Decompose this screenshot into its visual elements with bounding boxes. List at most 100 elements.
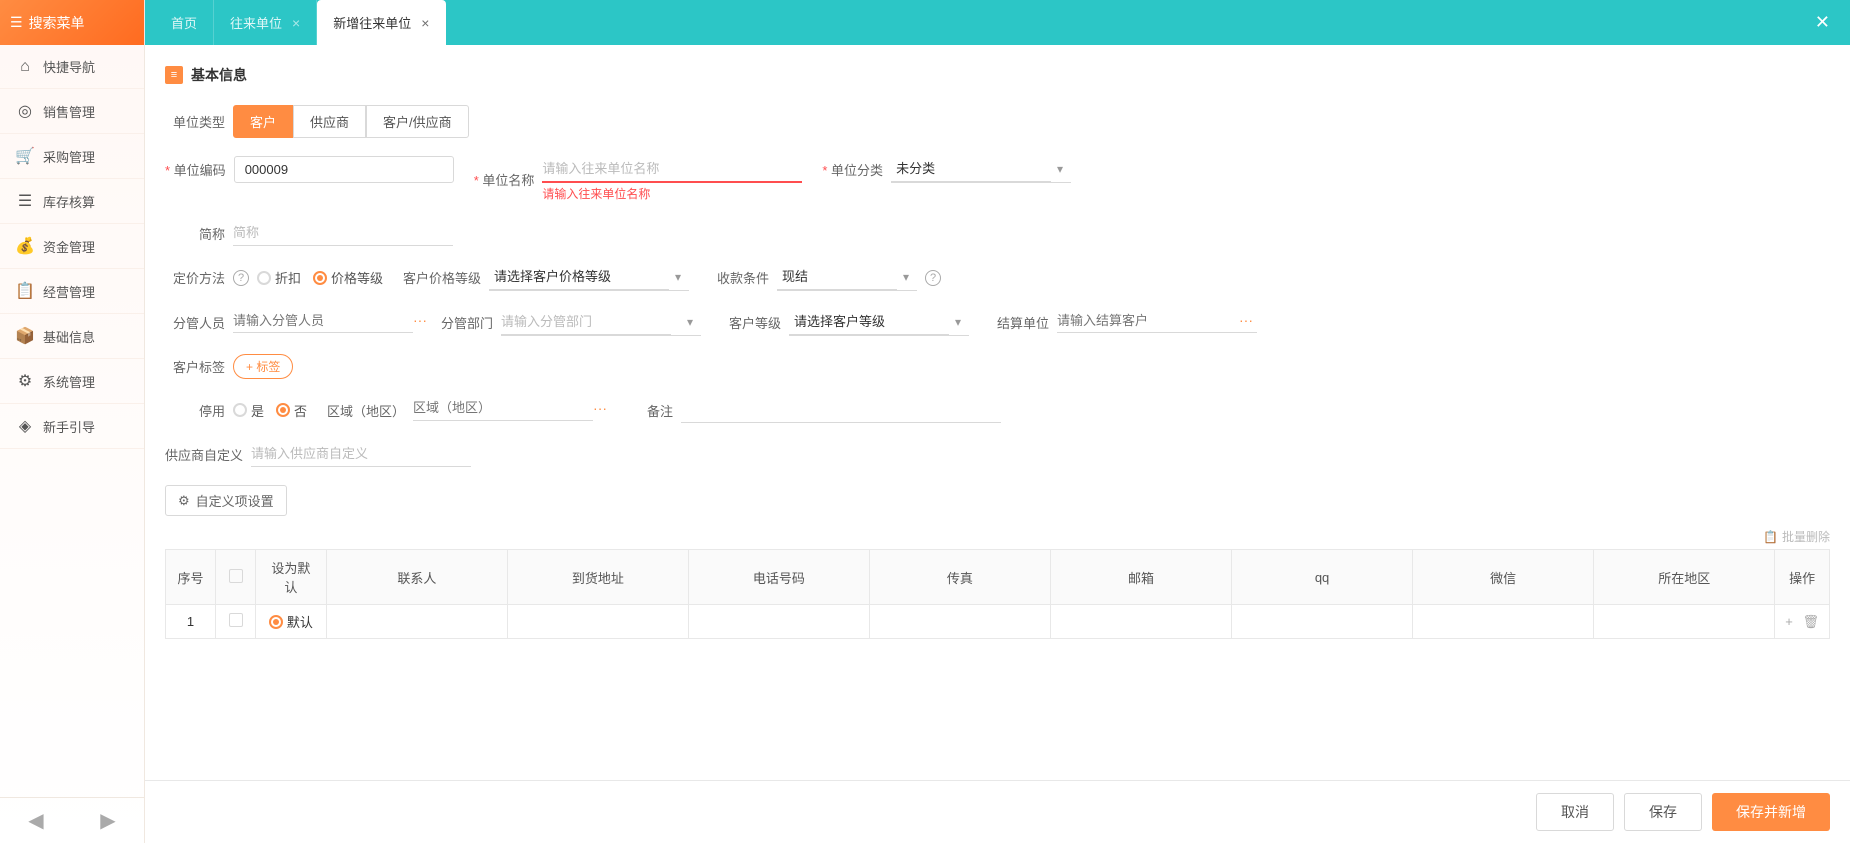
- cell-fax[interactable]: [869, 605, 1050, 639]
- row-checkbox[interactable]: [229, 613, 243, 627]
- customer-price-level-select[interactable]: 请选择客户价格等级: [489, 264, 669, 290]
- payment-terms-help-icon[interactable]: ?: [925, 270, 941, 286]
- short-name-input[interactable]: [233, 220, 453, 246]
- phone-input[interactable]: [699, 614, 859, 629]
- sidebar-item-label: 经营管理: [43, 282, 95, 301]
- manager-input[interactable]: [233, 313, 409, 328]
- fax-input[interactable]: [880, 614, 1040, 629]
- location-input[interactable]: [1604, 614, 1764, 629]
- add-tag-button[interactable]: + 标签: [233, 354, 293, 379]
- cell-qq[interactable]: [1231, 605, 1412, 639]
- pricing-row: 定价方法 ? 折扣 价格等级 客户价格等级 请选择客: [165, 264, 1830, 291]
- remark-group: 备注: [613, 397, 1001, 423]
- region-more-icon[interactable]: ···: [589, 400, 611, 416]
- home-icon: ⌂: [15, 58, 35, 76]
- unit-info-row: 单位编码 单位名称 请输入往来单位名称 单位分类 未分类: [165, 156, 1830, 202]
- custom-settings-button[interactable]: ⚙ 自定义项设置: [165, 485, 287, 516]
- customer-tag-group: 客户标签 + 标签: [165, 354, 293, 379]
- pricing-help-icon[interactable]: ?: [233, 270, 249, 286]
- contact-input[interactable]: [337, 614, 497, 629]
- address-input[interactable]: [518, 614, 678, 629]
- sidebar-expand-btn[interactable]: ▶: [72, 798, 144, 843]
- sidebar-item-quick-nav[interactable]: ⌂ 快捷导航: [0, 45, 144, 89]
- customer-level-select[interactable]: 请选择客户等级: [789, 309, 949, 335]
- region-label: 区域（地区）: [327, 401, 405, 420]
- radio-discount[interactable]: 折扣: [257, 268, 301, 287]
- supplier-custom-input[interactable]: [251, 441, 471, 467]
- sidebar-item-label: 系统管理: [43, 372, 95, 391]
- unit-code-label: 单位编码: [165, 160, 226, 179]
- remark-input[interactable]: [681, 397, 1001, 423]
- cell-wechat[interactable]: [1413, 605, 1594, 639]
- row-delete-icon[interactable]: 🗑: [1802, 614, 1819, 629]
- customer-level-chevron-icon: ▾: [955, 315, 961, 329]
- unit-name-group: 单位名称 请输入往来单位名称: [474, 156, 803, 202]
- supplier-custom-label: 供应商自定义: [165, 445, 243, 464]
- table-row: 1 默认: [166, 605, 1830, 639]
- radio-yes[interactable]: 是: [233, 401, 264, 420]
- manager-more-icon[interactable]: ···: [409, 312, 431, 328]
- sidebar-item-sys-mgmt[interactable]: ⚙ 系统管理: [0, 359, 144, 404]
- tab-partners-close-icon[interactable]: ×: [292, 15, 300, 31]
- unit-category-chevron-icon: ▾: [1057, 162, 1063, 176]
- cell-phone[interactable]: [688, 605, 869, 639]
- col-qq: qq: [1231, 550, 1412, 605]
- radio-yes-label: 是: [251, 401, 264, 420]
- sidebar-item-base-info[interactable]: 📦 基础信息: [0, 314, 144, 359]
- billing-unit-input[interactable]: [1057, 313, 1235, 328]
- qq-input[interactable]: [1242, 614, 1402, 629]
- customer-level-group: 客户等级 请选择客户等级 ▾: [721, 309, 969, 336]
- unit-name-input[interactable]: [542, 156, 802, 183]
- sidebar-item-label: 资金管理: [43, 237, 95, 256]
- sidebar-item-finance[interactable]: 💰 资金管理: [0, 224, 144, 269]
- unit-code-input[interactable]: [234, 156, 454, 183]
- wechat-input[interactable]: [1423, 614, 1583, 629]
- payment-terms-select[interactable]: 现结: [777, 264, 897, 290]
- tab-bar-close-button[interactable]: ✕: [1805, 12, 1840, 33]
- radio-no[interactable]: 否: [276, 401, 307, 420]
- form-content: ≡ 基本信息 单位类型 客户 供应商 客户/供应商 单位编码 单位名称: [145, 45, 1850, 780]
- type-btn-customer[interactable]: 客户: [233, 105, 293, 138]
- unit-category-select[interactable]: 未分类: [891, 156, 1051, 182]
- tab-new-partner-close-icon[interactable]: ×: [421, 15, 429, 31]
- cell-address[interactable]: [507, 605, 688, 639]
- department-input[interactable]: [501, 309, 671, 335]
- save-button[interactable]: 保存: [1624, 793, 1702, 831]
- cell-email[interactable]: [1050, 605, 1231, 639]
- base-info-icon: 📦: [15, 326, 35, 346]
- tab-partners[interactable]: 往来单位 ×: [214, 0, 317, 45]
- batch-delete-label[interactable]: 批量删除: [1782, 528, 1830, 545]
- radio-no-label: 否: [294, 401, 307, 420]
- cell-contact[interactable]: [326, 605, 507, 639]
- radio-price-level[interactable]: 价格等级: [313, 268, 383, 287]
- radio-discount-label: 折扣: [275, 268, 301, 287]
- type-btn-both[interactable]: 客户/供应商: [366, 105, 469, 138]
- cell-location[interactable]: [1594, 605, 1775, 639]
- disabled-radio-group: 是 否: [233, 401, 307, 420]
- sidebar-item-inventory[interactable]: ☰ 库存核算: [0, 179, 144, 224]
- type-btn-supplier[interactable]: 供应商: [293, 105, 366, 138]
- sidebar-item-label: 新手引导: [43, 417, 95, 436]
- col-location: 所在地区: [1594, 550, 1775, 605]
- sidebar-item-purchase[interactable]: 🛒 采购管理: [0, 134, 144, 179]
- sidebar-item-new-guide[interactable]: ◈ 新手引导: [0, 404, 144, 449]
- tab-home[interactable]: 首页: [155, 0, 214, 45]
- short-name-label: 简称: [165, 224, 225, 243]
- region-input[interactable]: [413, 400, 589, 415]
- sidebar-collapse-btn[interactable]: ◀: [0, 798, 72, 843]
- save-new-button[interactable]: 保存并新增: [1712, 793, 1830, 831]
- row-default-radio[interactable]: [269, 615, 283, 629]
- cancel-button[interactable]: 取消: [1536, 793, 1614, 831]
- sidebar-item-sales[interactable]: ◎ 销售管理: [0, 89, 144, 134]
- remark-label: 备注: [613, 401, 673, 420]
- tab-new-partner[interactable]: 新增往来单位 ×: [317, 0, 446, 45]
- col-address: 到货地址: [507, 550, 688, 605]
- col-checkbox: [216, 550, 256, 605]
- customer-price-level-label: 客户价格等级: [403, 268, 481, 287]
- select-all-checkbox[interactable]: [229, 569, 243, 583]
- sidebar-item-operations[interactable]: 📋 经营管理: [0, 269, 144, 314]
- sidebar-header[interactable]: ☰ 搜索菜单: [0, 0, 144, 45]
- billing-unit-more-icon[interactable]: ···: [1235, 312, 1257, 328]
- row-add-icon[interactable]: +: [1785, 614, 1793, 629]
- email-input[interactable]: [1061, 614, 1221, 629]
